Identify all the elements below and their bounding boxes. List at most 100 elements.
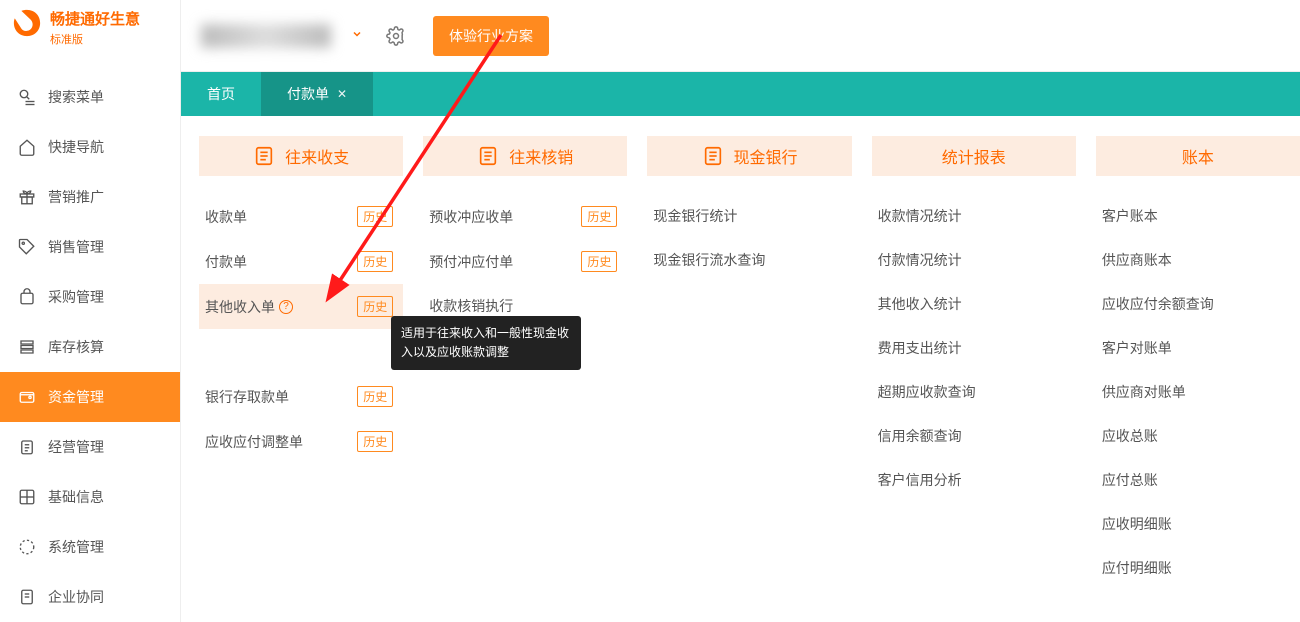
sidebar-item-label: 企业协同 [48, 587, 104, 607]
menu-item[interactable]: 预付冲应付单 历史 [423, 239, 627, 284]
menu-item[interactable]: 信用余额查询 [872, 414, 1076, 458]
column-header: 现金银行 [647, 136, 851, 176]
logo-icon [12, 8, 42, 38]
gear-icon[interactable] [385, 25, 407, 47]
column-header: 往来核销 [423, 136, 627, 176]
db-icon [18, 338, 36, 356]
grid-icon [18, 488, 36, 506]
column-header: 统计报表 [872, 136, 1076, 176]
chevron-down-icon[interactable] [351, 28, 363, 43]
sidebar-item-6[interactable]: 资金管理 [0, 372, 180, 422]
menu-item[interactable]: 付款单 历史 [199, 239, 403, 284]
sidebar-item-label: 销售管理 [48, 237, 104, 257]
history-badge[interactable]: 历史 [581, 251, 617, 272]
menu-item[interactable]: 收款情况统计 [872, 194, 1076, 238]
nav: 搜索菜单快捷导航营销推广销售管理采购管理库存核算资金管理经营管理基础信息系统管理… [0, 72, 180, 622]
sidebar-item-9[interactable]: 系统管理 [0, 522, 180, 572]
logo-sub: 标准版 [50, 31, 140, 47]
menu-item-label: 预付冲应付单 [429, 252, 513, 272]
menu-item-label: 费用支出统计 [878, 338, 962, 358]
column-0: 往来收支收款单历史付款单历史其他收入单?历史费用支出单历史银行存取款单历史应收应… [199, 136, 403, 590]
sidebar-item-label: 搜索菜单 [48, 87, 104, 107]
main: 体验行业方案 首页付款单✕ 往来收支收款单历史付款单历史其他收入单?历史费用支出… [181, 0, 1300, 622]
sidebar-item-2[interactable]: 营销推广 [0, 172, 180, 222]
history-badge[interactable]: 历史 [357, 206, 393, 227]
document-icon [253, 145, 275, 167]
sidebar-item-10[interactable]: 企业协同 [0, 572, 180, 622]
menu-item[interactable]: 应付明细账 [1096, 546, 1300, 590]
sidebar-item-0[interactable]: 搜索菜单 [0, 72, 180, 122]
column-3: 统计报表收款情况统计付款情况统计其他收入统计费用支出统计超期应收款查询信用余额查… [872, 136, 1076, 590]
history-badge[interactable]: 历史 [581, 206, 617, 227]
menu-item[interactable]: 供应商账本 [1096, 238, 1300, 282]
sidebar-item-5[interactable]: 库存核算 [0, 322, 180, 372]
help-icon[interactable]: ? [279, 300, 293, 314]
menu-item-label: 客户账本 [1102, 206, 1158, 226]
tab-1[interactable]: 付款单 ✕ [261, 72, 373, 116]
sidebar-item-8[interactable]: 基础信息 [0, 472, 180, 522]
menu-item-label: 供应商账本 [1102, 250, 1172, 270]
sidebar-item-4[interactable]: 采购管理 [0, 272, 180, 322]
menu-item[interactable]: 应收明细账 [1096, 502, 1300, 546]
document-icon [702, 145, 724, 167]
menu-item-label: 银行存取款单 [205, 387, 289, 407]
cta-button[interactable]: 体验行业方案 [433, 16, 549, 56]
menu-item[interactable]: 供应商对账单 [1096, 370, 1300, 414]
tag-icon [18, 238, 36, 256]
sidebar-item-label: 采购管理 [48, 287, 104, 307]
column-title: 现金银行 [734, 144, 798, 168]
sidebar-item-label: 资金管理 [48, 387, 104, 407]
tooltip: 适用于往来收入和一般性现金收入以及应收账款调整 [391, 316, 581, 370]
menu-item[interactable]: 客户信用分析 [872, 458, 1076, 502]
tab-0[interactable]: 首页 [181, 72, 261, 116]
column-title: 统计报表 [942, 144, 1006, 168]
tabs: 首页 付款单 ✕ [181, 72, 1300, 116]
sidebar-item-7[interactable]: 经营管理 [0, 422, 180, 472]
menu-item-label: 应收应付调整单 [205, 432, 303, 452]
menu-item-label: 收款情况统计 [878, 206, 962, 226]
doc-icon [18, 588, 36, 606]
history-badge[interactable]: 历史 [357, 251, 393, 272]
menu-item[interactable]: 现金银行统计 [647, 194, 851, 238]
menu-item-label: 付款单 [205, 252, 247, 272]
column-header: 往来收支 [199, 136, 403, 176]
menu-item-label: 应付总账 [1102, 470, 1158, 490]
close-icon[interactable]: ✕ [337, 87, 347, 101]
menu-item[interactable]: 客户账本 [1096, 194, 1300, 238]
search-list-icon [18, 88, 36, 106]
sidebar-item-label: 经营管理 [48, 437, 104, 457]
menu-item[interactable]: 付款情况统计 [872, 238, 1076, 282]
logo-title: 畅捷通好生意 [50, 8, 140, 29]
sidebar-item-3[interactable]: 销售管理 [0, 222, 180, 272]
history-badge[interactable]: 历史 [357, 386, 393, 407]
menu-item-label: 应收应付余额查询 [1102, 294, 1214, 314]
menu-item-label: 现金银行流水查询 [653, 250, 765, 270]
tab-label: 付款单 [287, 84, 329, 104]
sidebar-item-label: 快捷导航 [48, 137, 104, 157]
menu-item[interactable]: 超期应收款查询 [872, 370, 1076, 414]
sidebar: 畅捷通好生意 标准版 搜索菜单快捷导航营销推广销售管理采购管理库存核算资金管理经… [0, 0, 181, 622]
column-title: 账本 [1182, 144, 1214, 168]
menu-item[interactable]: 收款单历史 [199, 194, 403, 239]
menu-item-label: 供应商对账单 [1102, 382, 1186, 402]
menu-item[interactable]: 客户对账单 [1096, 326, 1300, 370]
sidebar-item-label: 营销推广 [48, 187, 104, 207]
menu-item[interactable]: 应收总账 [1096, 414, 1300, 458]
menu-item-label: 付款情况统计 [878, 250, 962, 270]
bag-icon [18, 288, 36, 306]
menu-item[interactable]: 现金银行流水查询 [647, 238, 851, 282]
history-badge[interactable]: 历史 [357, 431, 393, 452]
menu-item[interactable]: 其他收入单?历史 [199, 284, 403, 329]
wallet-icon [18, 388, 36, 406]
menu-item[interactable]: 银行存取款单 历史 [199, 374, 403, 419]
menu-item[interactable]: 应付总账 [1096, 458, 1300, 502]
menu-item[interactable]: 费用支出统计 [872, 326, 1076, 370]
menu-item[interactable]: 预收冲应收单历史 [423, 194, 627, 239]
menu-item[interactable]: 应收应付调整单 历史 [199, 419, 403, 464]
menu-item-label: 现金银行统计 [653, 206, 737, 226]
menu-item[interactable]: 应收应付余额查询 [1096, 282, 1300, 326]
loader-icon [18, 538, 36, 556]
sidebar-item-1[interactable]: 快捷导航 [0, 122, 180, 172]
menu-item[interactable]: 其他收入统计 [872, 282, 1076, 326]
history-badge[interactable]: 历史 [357, 296, 393, 317]
